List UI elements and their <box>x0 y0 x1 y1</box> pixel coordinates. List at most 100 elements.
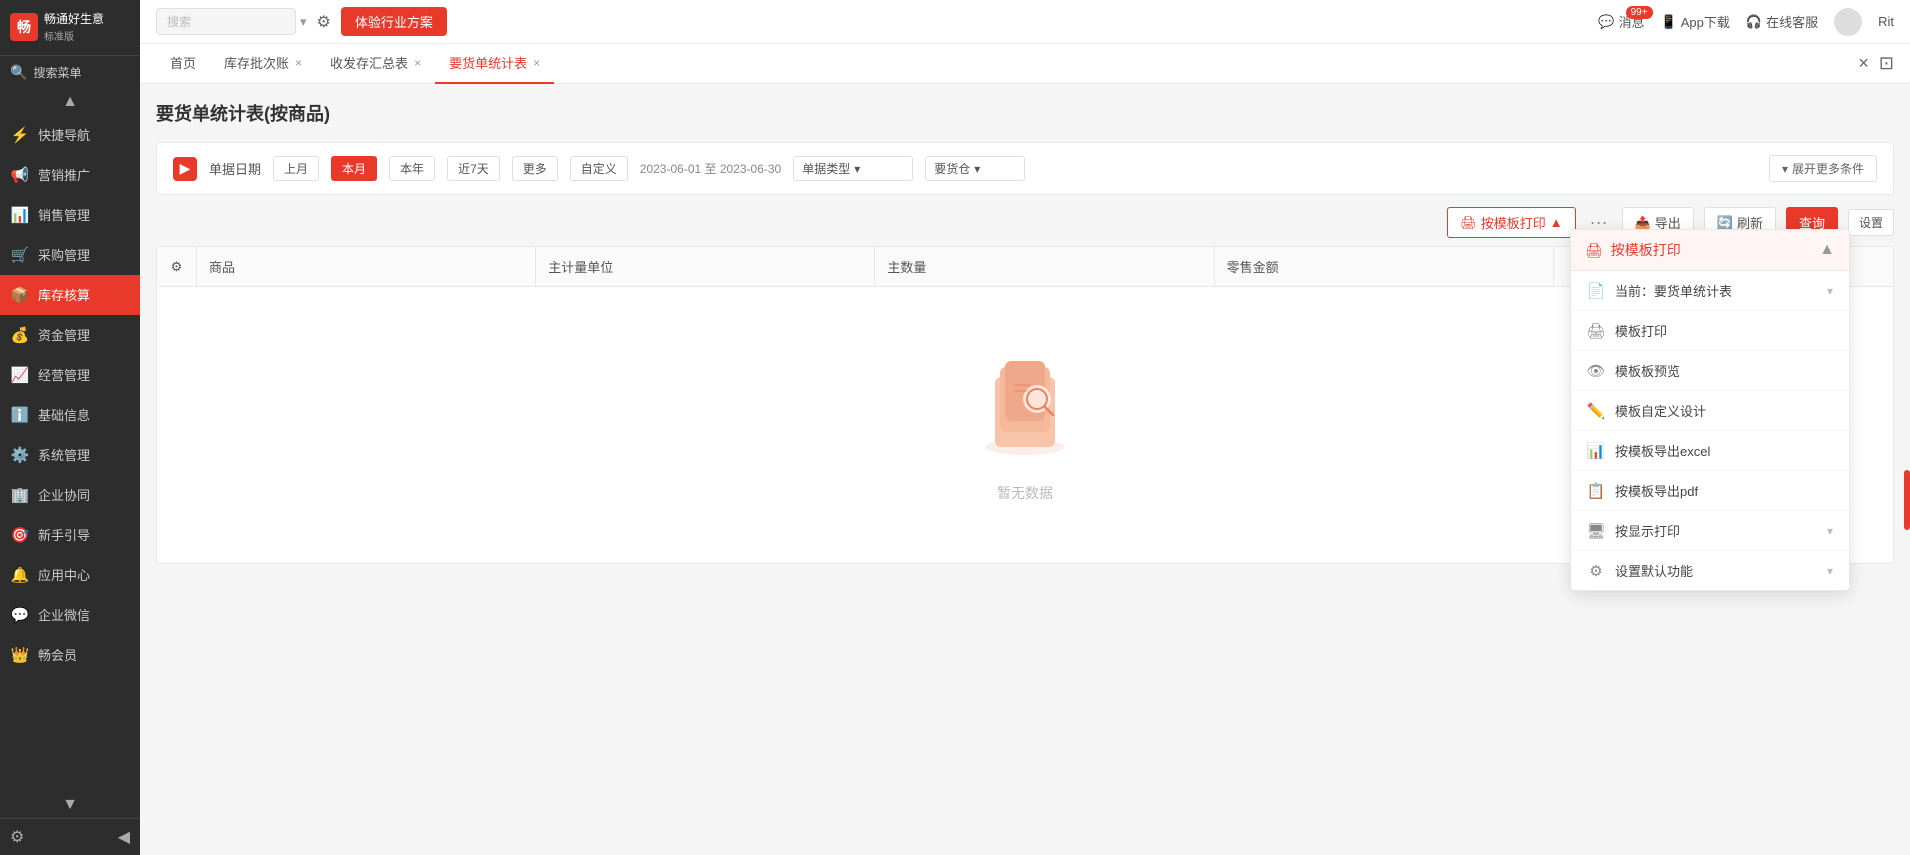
sidebar-item-marketing[interactable]: 📢 营销推广 <box>0 155 140 195</box>
tabbar: 首页 库存批次账 × 收发存汇总表 × 要货单统计表 × × ⊡ <box>140 44 1910 84</box>
sidebar: 畅 畅通好生意 标准版 🔍 搜索菜单 ▲ ⚡ 快捷导航 📢 营销推广 📊 销售管… <box>0 0 140 855</box>
topbar: 搜索 ▾ ⚙ 体验行业方案 💬 消息 99+ 📱 App下载 🎧 在线客服 Ri… <box>140 0 1910 44</box>
wechat-icon: 💬 <box>10 605 30 625</box>
tab-order-stats-close[interactable]: × <box>533 56 540 70</box>
dropdown-title: 按模板打印 <box>1611 240 1681 260</box>
sidebar-item-enterprise[interactable]: 🏢 企业协同 <box>0 475 140 515</box>
sidebar-item-app-center[interactable]: 🔔 应用中心 <box>0 555 140 595</box>
window-close-button[interactable]: × <box>1858 53 1869 74</box>
dropdown-item-label: 模板自定义设计 <box>1615 401 1706 420</box>
more-date-button[interactable]: 更多 <box>512 156 558 181</box>
sidebar-item-label: 畅会员 <box>38 645 77 664</box>
printer-icon: 🖨 <box>1460 215 1477 231</box>
last-7-days-button[interactable]: 近7天 <box>447 156 500 181</box>
sidebar-item-purchase[interactable]: 🛒 采购管理 <box>0 235 140 275</box>
tab-order-stats[interactable]: 要货单统计表 × <box>435 44 554 84</box>
bill-type-label: 单据类型 <box>802 160 850 177</box>
inventory-icon: 📦 <box>10 285 30 305</box>
sidebar-nav: ⚡ 快捷导航 📢 营销推广 📊 销售管理 🛒 采购管理 📦 库存核算 💰 资金管… <box>0 115 140 792</box>
sidebar-item-finance[interactable]: 💰 资金管理 <box>0 315 140 355</box>
print-dropdown-arrow: ▲ <box>1550 215 1563 230</box>
dropdown-current-item[interactable]: 📄 当前：要货单统计表 ▾ <box>1571 271 1849 311</box>
dropdown-item-label: 按显示打印 <box>1615 521 1680 540</box>
sidebar-settings-icon[interactable]: ⚙ <box>10 827 24 847</box>
dropdown-item-export-pdf[interactable]: 📋 按模板导出pdf <box>1571 471 1849 511</box>
current-doc-icon: 📄 <box>1587 282 1605 300</box>
tab-home-label: 首页 <box>170 53 196 72</box>
current-arrow-icon: ▾ <box>1827 284 1833 298</box>
scroll-indicator[interactable] <box>1904 470 1910 530</box>
default-function-icon: ⚙ <box>1587 562 1605 580</box>
date-range-display: 2023-06-01 至 2023-06-30 <box>640 160 781 177</box>
topbar-left: 搜索 ▾ ⚙ 体验行业方案 <box>156 7 1598 36</box>
message-action[interactable]: 💬 消息 99+ <box>1598 12 1644 31</box>
sidebar-item-guide[interactable]: 🎯 新手引导 <box>0 515 140 555</box>
tab-batch-account-close[interactable]: × <box>295 56 302 70</box>
message-icon: 💬 <box>1598 14 1614 30</box>
sidebar-item-operations[interactable]: 📈 经营管理 <box>0 355 140 395</box>
dropdown-item-template-print[interactable]: 🖨 模板打印 <box>1571 311 1849 351</box>
app-center-icon: 🔔 <box>10 565 30 585</box>
sidebar-item-quick-nav[interactable]: ⚡ 快捷导航 <box>0 115 140 155</box>
sidebar-item-inventory[interactable]: 📦 库存核算 <box>0 275 140 315</box>
dropdown-item-template-preview[interactable]: 👁 模板板预览 <box>1571 351 1849 391</box>
expand-more-label: 展开更多条件 <box>1792 160 1864 177</box>
topbar-gear-icon[interactable]: ⚙ <box>317 12 331 32</box>
dropdown-item-export-excel[interactable]: 📊 按模板导出excel <box>1571 431 1849 471</box>
sidebar-bottom: ⚙ ◀ <box>0 818 140 855</box>
dropdown-item-template-custom[interactable]: ✏️ 模板自定义设计 <box>1571 391 1849 431</box>
sidebar-item-member[interactable]: 👑 畅会员 <box>0 635 140 675</box>
dropdown-print-icon: 🖨 <box>1585 242 1603 259</box>
dropdown-item-default-function[interactable]: ⚙ 设置默认功能 ▾ <box>1571 551 1849 590</box>
trial-button[interactable]: 体验行业方案 <box>341 7 447 36</box>
window-maximize-button[interactable]: ⊡ <box>1879 53 1894 74</box>
sidebar-item-label: 企业协同 <box>38 485 90 504</box>
topbar-search-box[interactable]: 搜索 <box>156 8 296 35</box>
sidebar-item-sales[interactable]: 📊 销售管理 <box>0 195 140 235</box>
sidebar-logo: 畅 畅通好生意 标准版 <box>0 0 140 56</box>
sidebar-item-wechat[interactable]: 💬 企业微信 <box>0 595 140 635</box>
app-download-label: App下载 <box>1681 12 1730 31</box>
th-settings[interactable]: ⚙ <box>157 247 197 286</box>
print-dropdown: 🖨 按模板打印 ▲ 📄 当前：要货单统计表 ▾ 🖨 模板打印 👁 模板板预览 ✏… <box>1570 229 1850 591</box>
scroll-up-button[interactable]: ▲ <box>0 89 140 115</box>
tab-receipt-summary-close[interactable]: × <box>414 56 421 70</box>
sidebar-item-basic-info[interactable]: ℹ️ 基础信息 <box>0 395 140 435</box>
sidebar-item-label: 采购管理 <box>38 245 90 264</box>
topbar-right: 💬 消息 99+ 📱 App下载 🎧 在线客服 Rit <box>1598 8 1894 36</box>
tab-home[interactable]: 首页 <box>156 44 210 84</box>
sales-icon: 📊 <box>10 205 30 225</box>
print-template-button[interactable]: 🖨 按模板打印 ▲ <box>1447 207 1575 238</box>
dropdown-close-button[interactable]: ▲ <box>1819 241 1835 259</box>
current-year-button[interactable]: 本年 <box>389 156 435 181</box>
bill-type-select[interactable]: 单据类型 ▾ <box>793 156 913 181</box>
app-download-action[interactable]: 📱 App下载 <box>1661 12 1730 31</box>
th-quantity: 主数量 <box>875 247 1214 286</box>
username: Rit <box>1878 14 1894 29</box>
search-icon: 🔍 <box>10 64 27 81</box>
window-controls: × ⊡ <box>1858 53 1894 74</box>
prev-month-button[interactable]: 上月 <box>273 156 319 181</box>
display-print-arrow: ▾ <box>1827 524 1833 538</box>
online-service-action[interactable]: 🎧 在线客服 <box>1746 12 1818 31</box>
tab-receipt-summary[interactable]: 收发存汇总表 × <box>316 44 435 84</box>
cargo-warehouse-select[interactable]: 要货仓 ▾ <box>925 156 1025 181</box>
dropdown-item-display-print[interactable]: 🖥 按显示打印 ▾ <box>1571 511 1849 551</box>
tab-batch-account-label: 库存批次账 <box>224 53 289 72</box>
scroll-down-button[interactable]: ▼ <box>0 792 140 818</box>
sidebar-collapse-icon[interactable]: ◀ <box>118 827 130 847</box>
filter-expand-button[interactable]: ▶ <box>173 157 197 181</box>
cargo-arrow: ▾ <box>974 162 980 176</box>
sidebar-search[interactable]: 🔍 搜索菜单 <box>0 56 140 89</box>
current-month-button[interactable]: 本月 <box>331 156 377 181</box>
sidebar-item-system[interactable]: ⚙️ 系统管理 <box>0 435 140 475</box>
app-name: 畅通好生意 <box>44 12 104 28</box>
tab-batch-account[interactable]: 库存批次账 × <box>210 44 316 84</box>
custom-date-button[interactable]: 自定义 <box>570 156 628 181</box>
expand-more-button[interactable]: ▾ 展开更多条件 <box>1769 155 1877 182</box>
th-unit: 主计量单位 <box>536 247 875 286</box>
topbar-dropdown-arrow[interactable]: ▾ <box>300 14 307 30</box>
settings-label: 设置 <box>1859 216 1883 230</box>
table-settings-button[interactable]: 设置 <box>1848 209 1894 236</box>
user-avatar[interactable] <box>1834 8 1862 36</box>
